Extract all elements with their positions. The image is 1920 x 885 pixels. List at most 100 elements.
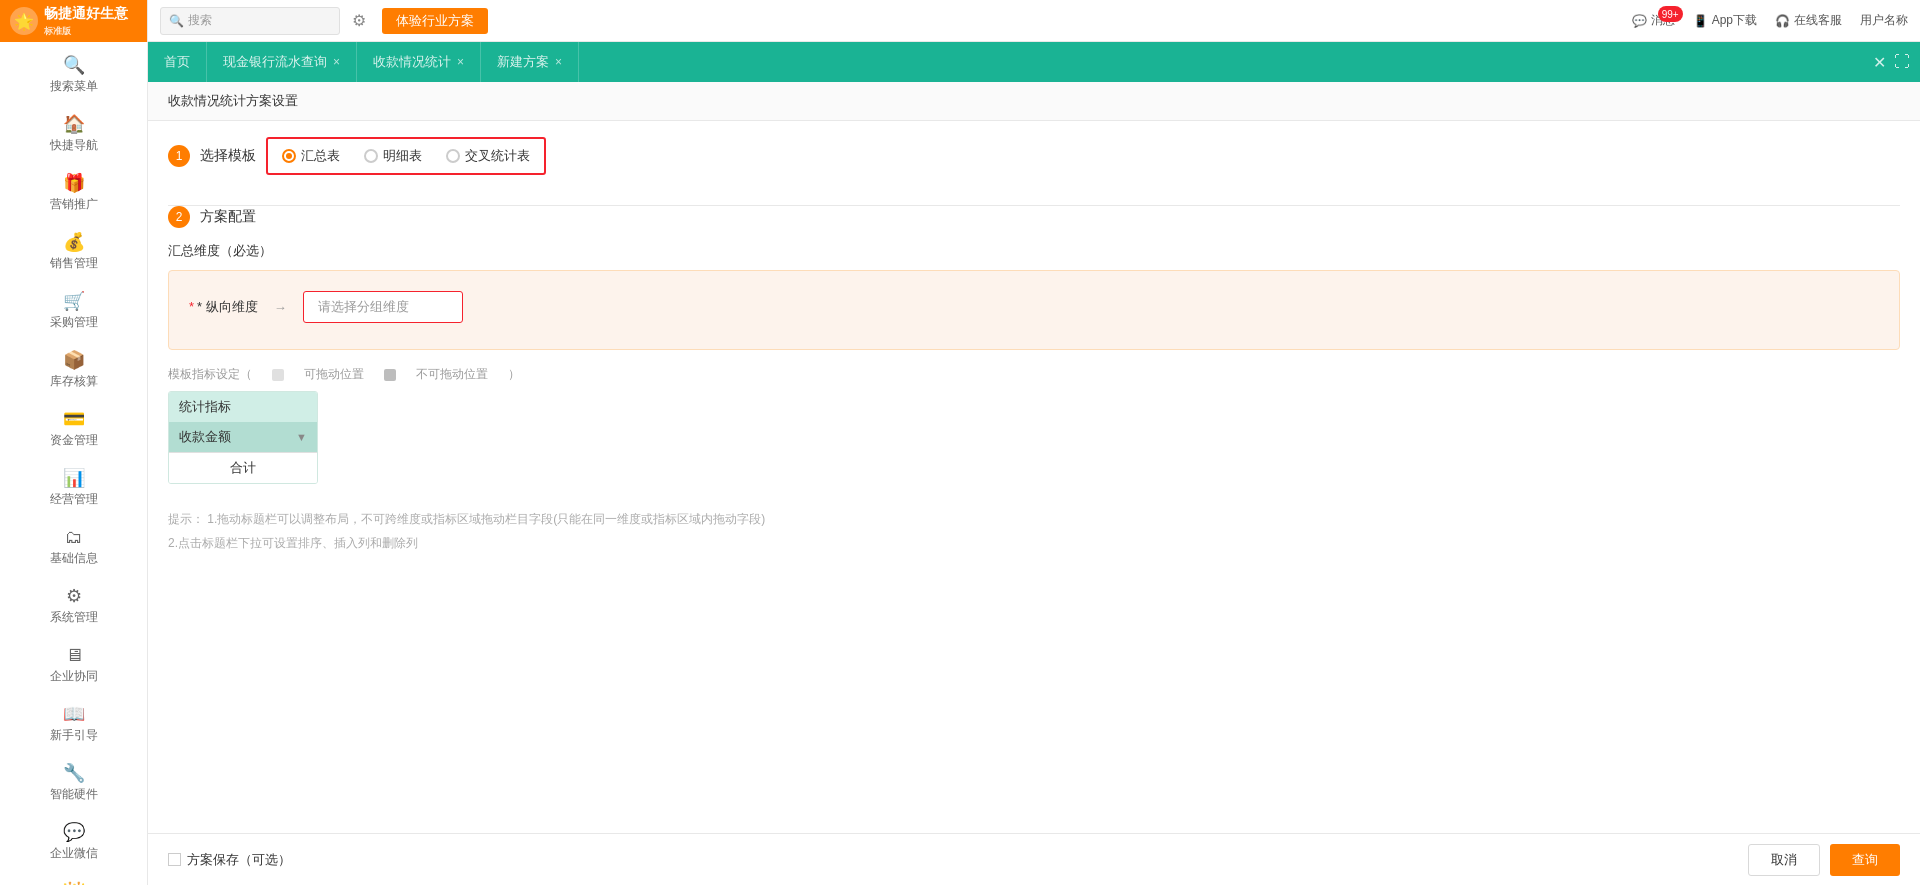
app-download-item[interactable]: 📱 App下载: [1693, 12, 1757, 29]
cancel-button[interactable]: 取消: [1748, 844, 1820, 876]
save-checkbox[interactable]: [168, 853, 181, 866]
radio-detail-circle: [364, 149, 378, 163]
enterprise-collab-icon: 🖥: [65, 646, 83, 664]
sidebar-item-operations[interactable]: 📊经营管理: [0, 459, 147, 518]
search-placeholder: 搜索: [188, 12, 212, 29]
tip-line-1: 提示： 1.拖动标题栏可以调整布局，不可跨维度或指标区域拖动栏目字段(只能在同一…: [168, 507, 1900, 531]
logo-icon: 🌟: [10, 7, 38, 35]
tab-new-plan-close[interactable]: ×: [555, 56, 562, 68]
tab-bank-flow[interactable]: 现金银行流水查询 ×: [207, 42, 357, 82]
content: 收款情况统计方案设置 1 选择模板 汇总表: [148, 82, 1920, 885]
breadcrumb-text: 收款情况统计方案设置: [168, 93, 298, 108]
sidebar-item-enterprise-collab[interactable]: 🖥 企业协同: [0, 636, 147, 695]
tab-bank-flow-label: 现金银行流水查询: [223, 53, 327, 71]
sidebar-item-inventory[interactable]: 📦库存核算: [0, 341, 147, 400]
topbar-right: 💬 消息 99+ 📱 App下载 🎧 在线客服 用户名称: [1632, 12, 1908, 29]
column-dropdown-icon: ▼: [296, 431, 307, 443]
notification-badge: 99+: [1658, 6, 1683, 22]
radio-detail[interactable]: 明细表: [364, 147, 422, 165]
online-service-item[interactable]: 🎧 在线客服: [1775, 12, 1842, 29]
tab-close-all-icon[interactable]: ✕: [1873, 53, 1886, 72]
sidebar-item-new-guide[interactable]: 📖新手引导: [0, 695, 147, 754]
summary-dim-label: 汇总维度（必选）: [168, 242, 1900, 260]
draggable-indicator: [272, 369, 284, 381]
system-label: 系统管理: [50, 609, 98, 626]
draggable-label: 可拖动位置: [304, 366, 364, 383]
tabs-right: ✕ ⛶: [1863, 42, 1920, 82]
step2-title: 方案配置: [200, 208, 256, 226]
tab-home[interactable]: 首页: [148, 42, 207, 82]
gear-icon[interactable]: ⚙: [352, 11, 366, 30]
app-download-label: App下载: [1712, 12, 1757, 29]
tips-section: 提示： 1.拖动标题栏可以调整布局，不可跨维度或指标区域拖动栏目字段(只能在同一…: [168, 507, 1900, 555]
sidebar-item-search-menu[interactable]: 🔍搜索菜单: [0, 46, 147, 105]
marketing-label: 营销推广: [50, 196, 98, 213]
system-icon: ⚙: [66, 587, 82, 605]
sidebar-item-quick-nav[interactable]: 🏠快捷导航: [0, 105, 147, 164]
topbar-search[interactable]: 🔍 搜索: [160, 7, 340, 35]
online-service-label: 在线客服: [1794, 12, 1842, 29]
main-area: 🔍 搜索 ⚙ 体验行业方案 💬 消息 99+ 📱 App下载 🎧 在线客服 用户…: [148, 0, 1920, 885]
metrics-desc: 模板指标设定（ 可拖动位置 不可拖动位置 ）: [168, 366, 1900, 383]
operations-label: 经营管理: [50, 491, 98, 508]
radio-summary-label: 汇总表: [301, 147, 340, 165]
sidebar: 🌟 畅捷通好生意 标准版 🔍搜索菜单🏠快捷导航🎁营销推广💰销售管理🛒采购管理📦库…: [0, 0, 148, 885]
search-menu-label: 搜索菜单: [50, 78, 98, 95]
save-option[interactable]: 方案保存（可选）: [168, 851, 291, 869]
sidebar-nav: 🔍搜索菜单🏠快捷导航🎁营销推广💰销售管理🛒采购管理📦库存核算💳资金管理📊经营管理…: [0, 42, 147, 885]
funds-icon: 💳: [63, 410, 85, 428]
radio-summary[interactable]: 汇总表: [282, 147, 340, 165]
step1-num: 1: [168, 145, 190, 167]
breadcrumb: 收款情况统计方案设置: [148, 82, 1920, 121]
enterprise-collab-label: 企业协同: [50, 668, 98, 685]
sidebar-item-enterprise-wechat[interactable]: 💬企业微信: [0, 813, 147, 872]
fixed-indicator: [384, 369, 396, 381]
metrics-label: 模板指标设定（: [168, 366, 252, 383]
page-content: 收款情况统计方案设置 1 选择模板 汇总表: [148, 82, 1920, 885]
tab-collection-stats[interactable]: 收款情况统计 ×: [357, 42, 481, 82]
app-icon: 📱: [1693, 14, 1708, 28]
sidebar-item-purchase[interactable]: 🛒采购管理: [0, 282, 147, 341]
tab-new-plan[interactable]: 新建方案 ×: [481, 42, 579, 82]
stats-column-label: 收款金额: [179, 428, 231, 446]
tab-home-label: 首页: [164, 53, 190, 71]
dim-arrow: →: [274, 300, 287, 315]
inventory-label: 库存核算: [50, 373, 98, 390]
tab-collection-stats-close[interactable]: ×: [457, 56, 464, 68]
sidebar-logo-text: 畅捷通好生意 标准版: [44, 5, 128, 38]
radio-detail-label: 明细表: [383, 147, 422, 165]
stats-column-header[interactable]: 收款金额 ▼: [169, 422, 317, 452]
template-radio-group: 汇总表 明细表 交叉统计表: [282, 147, 530, 165]
enterprise-wechat-label: 企业微信: [50, 845, 98, 862]
sidebar-item-sales[interactable]: 💰销售管理: [0, 223, 147, 282]
radio-cross-circle: [446, 149, 460, 163]
radio-cross[interactable]: 交叉统计表: [446, 147, 530, 165]
query-button[interactable]: 查询: [1830, 844, 1900, 876]
sidebar-item-marketing[interactable]: 🎁营销推广: [0, 164, 147, 223]
user-item[interactable]: 用户名称: [1860, 12, 1908, 29]
search-icon: 🔍: [169, 14, 184, 28]
step2-header: 2 方案配置: [168, 206, 1900, 228]
sidebar-item-smart-hardware[interactable]: 🔧智能硬件: [0, 754, 147, 813]
tip-text-2: 2.点击标题栏下拉可设置排序、插入列和删除列: [168, 531, 418, 555]
tab-collection-stats-label: 收款情况统计: [373, 53, 451, 71]
stats-row-label: 合计: [230, 460, 256, 475]
message-icon: 💬: [1632, 14, 1647, 28]
sidebar-item-funds[interactable]: 💳资金管理: [0, 400, 147, 459]
notification-item[interactable]: 💬 消息 99+: [1632, 12, 1675, 29]
footer-bar: 方案保存（可选） 取消 查询: [148, 833, 1920, 885]
quick-nav-label: 快捷导航: [50, 137, 98, 154]
template-options-box: 汇总表 明细表 交叉统计表: [266, 137, 546, 175]
step1-section: 1 选择模板 汇总表 明细表: [148, 121, 1920, 205]
step1-header: 1 选择模板 汇总表 明细表: [168, 137, 1900, 175]
tab-expand-icon[interactable]: ⛶: [1894, 53, 1910, 71]
sidebar-item-member[interactable]: 👑畅会员: [0, 872, 147, 885]
sidebar-item-system[interactable]: ⚙ 系统管理: [0, 577, 147, 636]
sidebar-item-basic-info[interactable]: 🗂基础信息: [0, 518, 147, 577]
tabs-bar: 首页 现金银行流水查询 × 收款情况统计 × 新建方案 × ✕ ⛶: [148, 42, 1920, 82]
fixed-label: 不可拖动位置: [416, 366, 488, 383]
dim-select-box[interactable]: 请选择分组维度: [303, 291, 463, 323]
stats-table: 统计指标 收款金额 ▼ 合计: [168, 391, 318, 484]
trial-button[interactable]: 体验行业方案: [382, 8, 488, 34]
tab-bank-flow-close[interactable]: ×: [333, 56, 340, 68]
